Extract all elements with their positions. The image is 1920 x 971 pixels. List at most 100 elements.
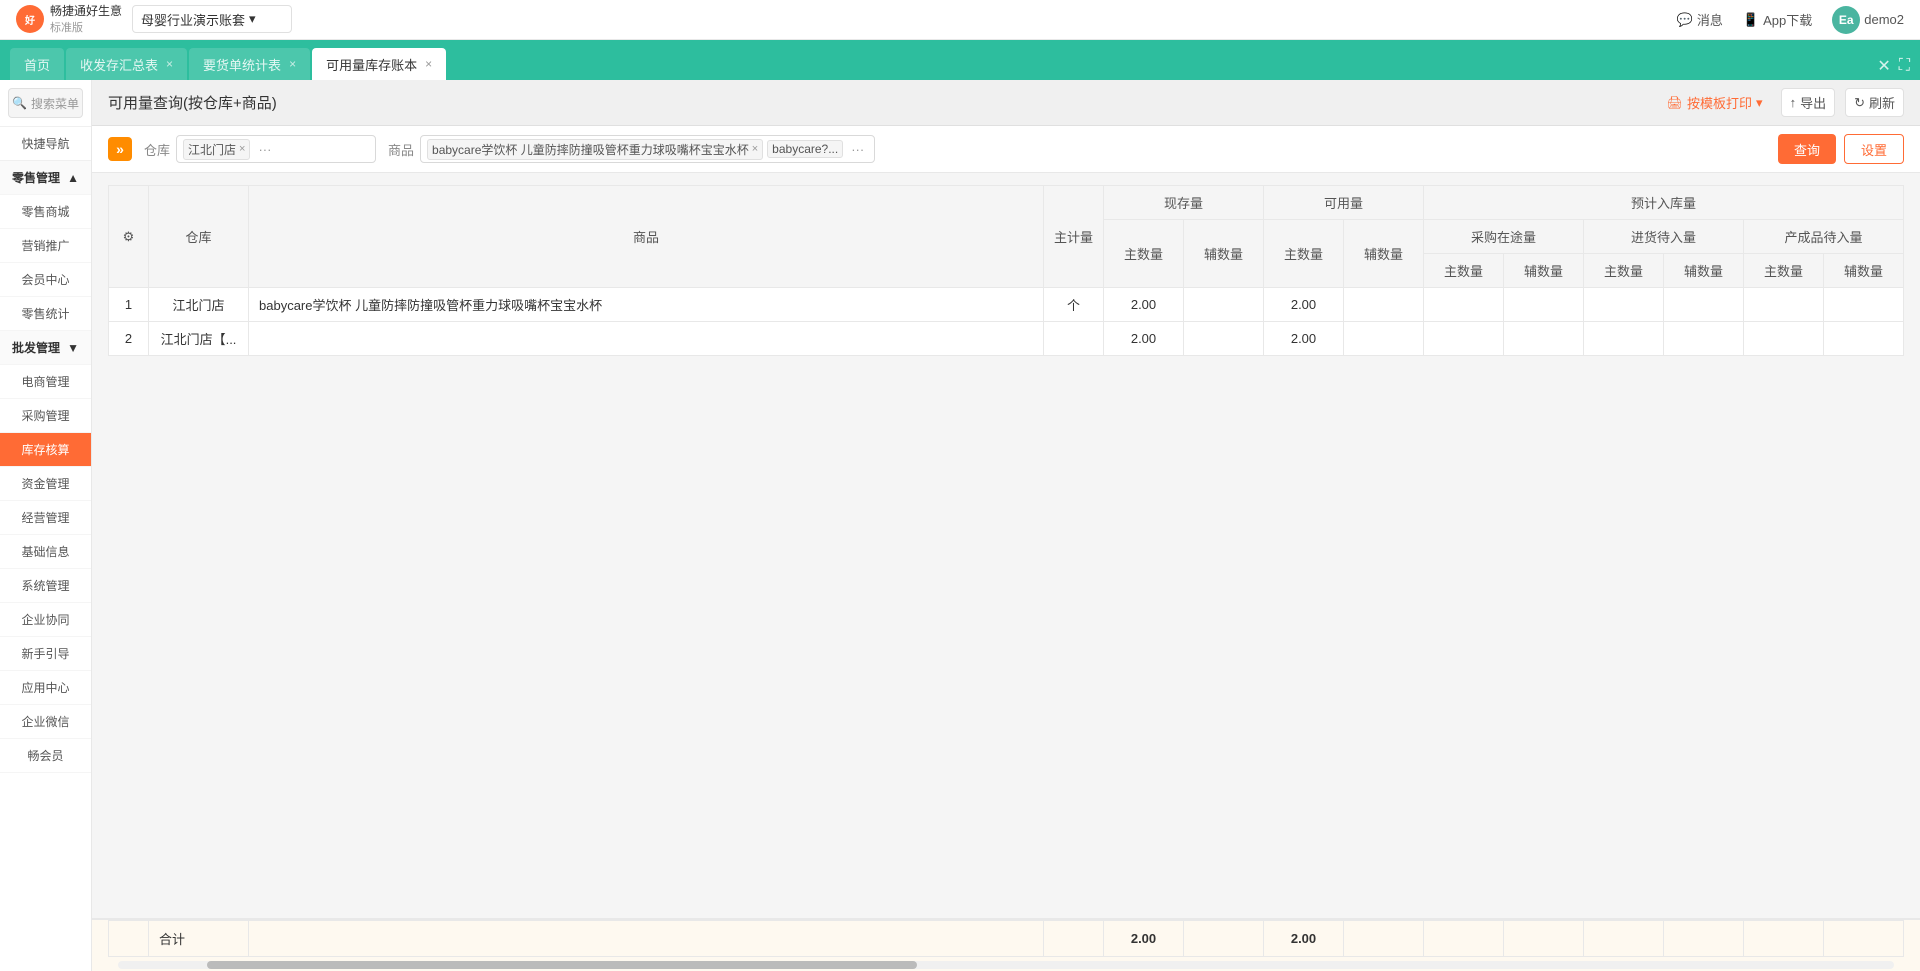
cell-number: 2 (109, 322, 149, 356)
warehouse-tag-1-remove[interactable]: × (239, 143, 245, 155)
industry-dropdown-icon: ▾ (249, 11, 256, 27)
cell-product: babycare学饮杯 儿童防摔防撞吸管杯重力球吸嘴杯宝宝水杯 (249, 288, 1044, 322)
sidebar-item-wholesale[interactable]: 批发管理 ▼ (0, 331, 91, 365)
page-header: 可用量查询(按仓库+商品) 🖨 按模板打印 ▾ ↑ 导出 ↻ 刷新 (92, 80, 1920, 126)
cell-product-main (1744, 322, 1824, 356)
download-icon: 📱 (1743, 12, 1759, 28)
tab-order-close[interactable]: × (289, 57, 296, 71)
footer-empty-unit (1044, 921, 1104, 957)
message-btn[interactable]: 💬 消息 (1677, 10, 1723, 29)
cell-stock-sub (1184, 288, 1264, 322)
filter-toggle-btn[interactable]: » (108, 137, 132, 161)
sidebar-item-app-center[interactable]: 应用中心 (0, 671, 91, 705)
tab-receivable[interactable]: 收发存汇总表 × (66, 48, 187, 80)
sidebar-item-basic[interactable]: 基础信息 (0, 535, 91, 569)
th-warehouse: 仓库 (149, 186, 249, 288)
export-btn[interactable]: ↑ 导出 (1781, 88, 1836, 117)
footer-empty-1 (109, 921, 149, 957)
logo-text-container: 畅捷通好生意 标准版 (50, 4, 122, 34)
sidebar-search-btn[interactable]: 🔍 搜索菜单 (8, 88, 83, 118)
tab-home[interactable]: 首页 (10, 48, 64, 80)
sidebar-item-retail[interactable]: 零售管理 ▲ (0, 161, 91, 195)
sidebar-item-guide[interactable]: 新手引导 (0, 637, 91, 671)
th-incoming-group: 进货待入量 (1584, 220, 1744, 254)
setting-button[interactable]: 设置 (1844, 134, 1904, 164)
sidebar-quick-nav[interactable]: 快捷导航 (0, 127, 91, 161)
industry-select[interactable]: 母婴行业演示账套 ▾ (132, 5, 292, 33)
export-label: 导出 (1800, 93, 1826, 112)
sidebar-item-retail-mall[interactable]: 零售商城 (0, 195, 91, 229)
top-bar-right: 💬 消息 📱 App下载 Ea demo2 (1677, 6, 1904, 34)
footer-row: 合计 2.00 2.00 (109, 921, 1904, 957)
refresh-label: 刷新 (1869, 93, 1895, 112)
tab-order[interactable]: 要货单统计表 × (189, 48, 310, 80)
cell-stock-main: 2.00 (1104, 288, 1184, 322)
tab-receivable-close[interactable]: × (166, 57, 173, 71)
scroll-thumb[interactable] (207, 961, 917, 969)
print-btn[interactable]: 🖨 按模板打印 ▾ (1659, 89, 1771, 116)
th-product-main: 主数量 (1744, 254, 1824, 288)
product-tag-2-text: babycare?... (772, 142, 838, 156)
th-settings[interactable]: ⚙ (109, 186, 149, 288)
cell-available-main: 2.00 (1264, 288, 1344, 322)
window-close-btn[interactable]: ✕ (1877, 56, 1890, 76)
export-icon: ↑ (1790, 95, 1797, 110)
tab-available-close[interactable]: × (425, 57, 432, 71)
sidebar-item-marketing-label: 营销推广 (21, 237, 69, 254)
sidebar-item-marketing[interactable]: 营销推广 (0, 229, 91, 263)
th-stock-group: 现存量 (1104, 186, 1264, 220)
warehouse-ellipsis[interactable]: ··· (254, 142, 275, 157)
cell-available-sub (1344, 322, 1424, 356)
cell-number: 1 (109, 288, 149, 322)
sidebar-item-inventory[interactable]: 库存核算 (0, 433, 91, 467)
footer-product-sub (1824, 921, 1904, 957)
refresh-btn[interactable]: ↻ 刷新 (1845, 88, 1904, 117)
warehouse-filter: 仓库 江北门店 × ··· (144, 135, 376, 163)
table-container[interactable]: ⚙ 仓库 商品 主计量 现存量 (92, 173, 1920, 918)
cell-purchase-main (1424, 288, 1504, 322)
main-layout: 🔍 搜索菜单 快捷导航 零售管理 ▲ 零售商城 营销推广 会员中心 零售统计 批… (0, 80, 1920, 971)
cell-unit (1043, 322, 1103, 356)
sidebar-item-ecommerce[interactable]: 电商管理 (0, 365, 91, 399)
th-product-sub: 辅数量 (1824, 254, 1904, 288)
download-btn[interactable]: 📱 App下载 (1743, 10, 1812, 29)
tab-available[interactable]: 可用量库存账本 × (312, 48, 446, 80)
sidebar-item-member2-label: 畅会员 (27, 747, 63, 764)
footer-table: 合计 2.00 2.00 (108, 920, 1904, 957)
th-stock-main: 主数量 (1104, 220, 1184, 288)
sidebar: 🔍 搜索菜单 快捷导航 零售管理 ▲ 零售商城 营销推广 会员中心 零售统计 批… (0, 80, 92, 971)
retail-arrow-icon: ▲ (67, 171, 79, 185)
sidebar-item-retail-stats[interactable]: 零售统计 (0, 297, 91, 331)
sidebar-item-member[interactable]: 会员中心 (0, 263, 91, 297)
window-expand-btn[interactable]: ⛶ (1899, 57, 1910, 75)
product-tag-1-remove[interactable]: × (752, 143, 758, 155)
footer-product-main (1744, 921, 1824, 957)
sidebar-item-system[interactable]: 系统管理 (0, 569, 91, 603)
sidebar-item-operation[interactable]: 经营管理 (0, 501, 91, 535)
tab-home-label: 首页 (24, 55, 50, 74)
warehouse-tag-container[interactable]: 江北门店 × ··· (176, 135, 376, 163)
user-menu[interactable]: Ea demo2 (1832, 6, 1904, 34)
sidebar-item-wholesale-label: 批发管理 (12, 339, 60, 356)
sidebar-item-finance[interactable]: 资金管理 (0, 467, 91, 501)
content-area: 可用量查询(按仓库+商品) 🖨 按模板打印 ▾ ↑ 导出 ↻ 刷新 » (92, 80, 1920, 971)
footer-available-sub (1344, 921, 1424, 957)
page-title: 可用量查询(按仓库+商品) (108, 92, 277, 113)
table-row: 2 江北门店【... 2.00 2.00 (109, 322, 1904, 356)
query-button[interactable]: 查询 (1778, 134, 1836, 164)
sidebar-item-app-center-label: 应用中心 (21, 679, 69, 696)
sidebar-item-enterprise[interactable]: 企业协同 (0, 603, 91, 637)
th-available-main: 主数量 (1264, 220, 1344, 288)
product-tag-container[interactable]: babycare学饮杯 儿童防摔防撞吸管杯重力球吸嘴杯宝宝水杯 × babyca… (420, 135, 875, 163)
tab-available-label: 可用量库存账本 (326, 55, 417, 74)
sidebar-item-purchase[interactable]: 采购管理 (0, 399, 91, 433)
cell-available-main: 2.00 (1264, 322, 1344, 356)
user-label: demo2 (1864, 12, 1904, 27)
th-stock-sub: 辅数量 (1184, 220, 1264, 288)
sidebar-item-member2[interactable]: 畅会员 (0, 739, 91, 773)
print-label: 按模板打印 (1687, 93, 1752, 112)
product-ellipsis[interactable]: ··· (847, 142, 868, 157)
sidebar-item-basic-label: 基础信息 (21, 543, 69, 560)
top-bar-left: 好 畅捷通好生意 标准版 母婴行业演示账套 ▾ (16, 4, 292, 34)
sidebar-item-wechat[interactable]: 企业微信 (0, 705, 91, 739)
